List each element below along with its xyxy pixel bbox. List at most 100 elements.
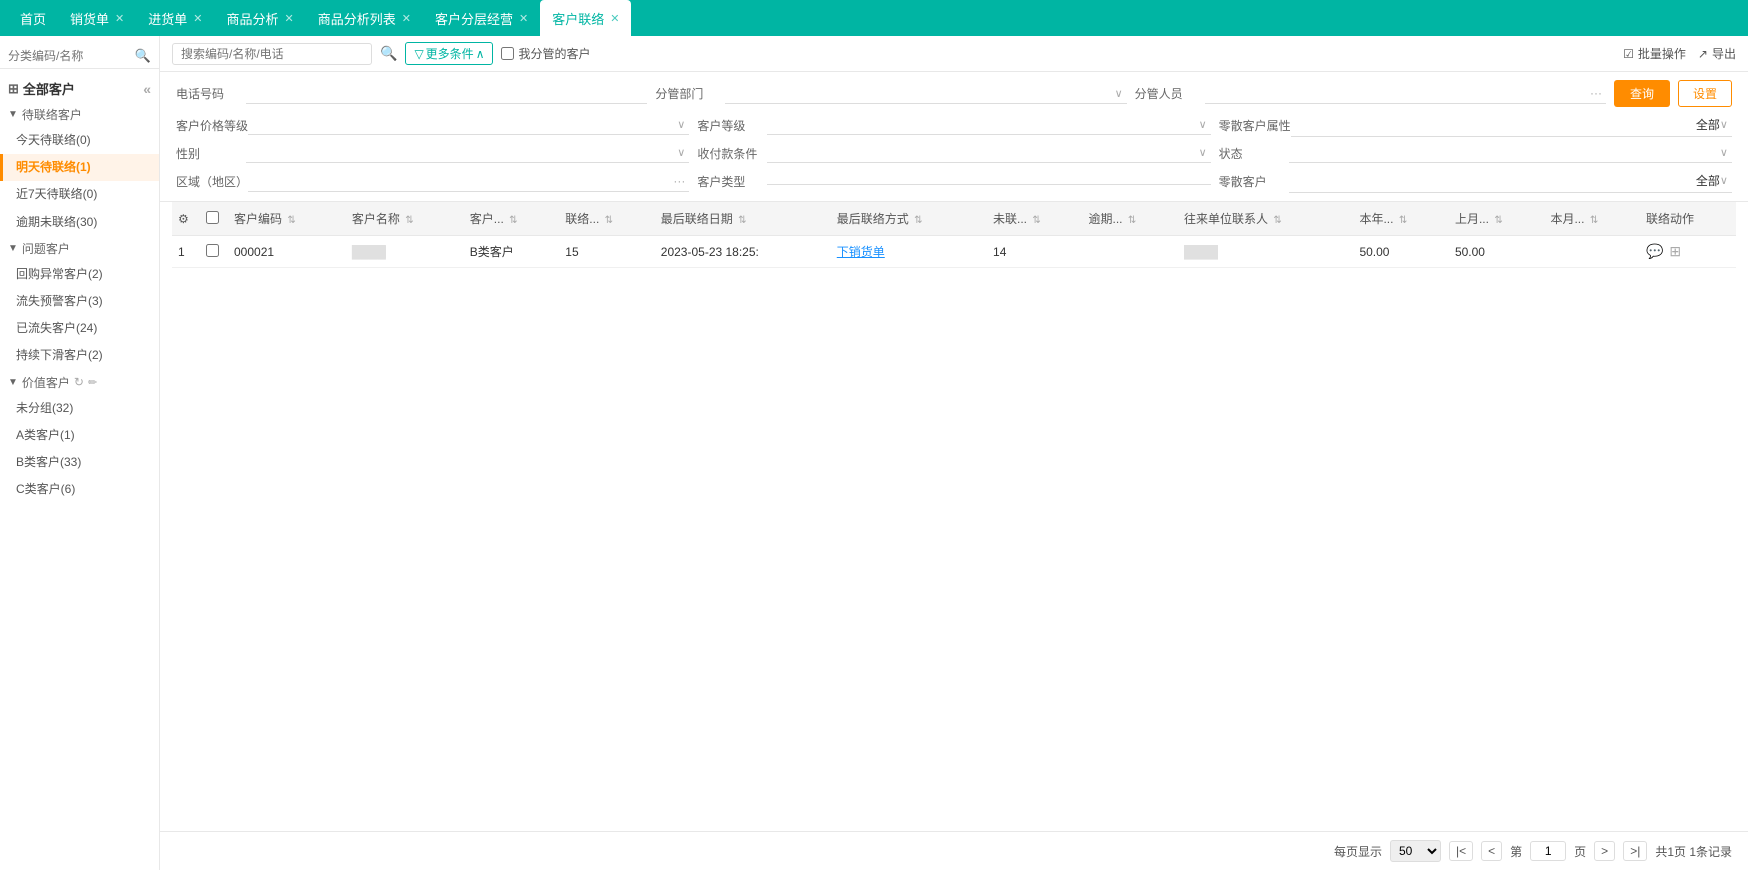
contact-person-masked: ████	[1184, 245, 1218, 259]
phone-input[interactable]	[246, 83, 647, 104]
export-button[interactable]: ↗ 导出	[1698, 45, 1736, 62]
customer-level-select[interactable]: ∨	[767, 115, 1210, 135]
th-overdue[interactable]: 逾期... ⇅	[1083, 202, 1179, 236]
sidebar-item-tomorrow-contact[interactable]: 明天待联络(1)	[0, 154, 159, 181]
more-conditions-button[interactable]: ▽ 更多条件 ∧	[405, 42, 493, 65]
retail-attr-select[interactable]: 全部 ∨	[1291, 113, 1732, 137]
th-last-month[interactable]: 上月... ⇅	[1449, 202, 1545, 236]
nav-close-icon[interactable]: ✕	[402, 12, 411, 25]
prev-page-button[interactable]: <	[1481, 841, 1502, 861]
grid-action-icon[interactable]: ⊞	[1669, 243, 1681, 260]
sidebar-item-overdue-contact[interactable]: 逾期未联络(30)	[0, 209, 159, 236]
comment-icon[interactable]: 💬	[1646, 243, 1663, 260]
sidebar-item-churned[interactable]: 已流失客户(24)	[0, 315, 159, 342]
nav-customer-contact[interactable]: 客户联络 ✕	[540, 0, 631, 36]
th-contact-action[interactable]: 联络动作	[1640, 202, 1736, 236]
last-page-button[interactable]: >|	[1623, 841, 1647, 861]
sort-icon: ⇅	[1128, 215, 1136, 226]
gender-select[interactable]: ∨	[246, 143, 689, 163]
problem-customers-group[interactable]: ▼ 问题客户	[0, 236, 159, 261]
manager-select[interactable]: ···	[1205, 83, 1606, 104]
row-checkbox[interactable]	[206, 244, 219, 257]
settings-button[interactable]: 设置	[1678, 80, 1732, 107]
sidebar-item-declining[interactable]: 持续下滑客户(2)	[0, 342, 159, 369]
th-this-year[interactable]: 本年... ⇅	[1353, 202, 1449, 236]
customer-price-level-label: 客户价格等级	[176, 117, 248, 134]
customer-type-select[interactable]	[767, 178, 1210, 185]
td-contact-person: ████	[1178, 236, 1353, 268]
sidebar-search-input[interactable]	[8, 49, 135, 63]
price-level-select[interactable]: ∨	[248, 115, 689, 135]
nav-product-analysis-list[interactable]: 商品分析列表 ✕	[306, 0, 423, 36]
th-last-contact-date[interactable]: 最后联络日期 ⇅	[655, 202, 831, 236]
nav-close-icon[interactable]: ✕	[115, 12, 124, 25]
all-customers-title[interactable]: ⊞ 全部客户 «	[0, 75, 159, 102]
department-select[interactable]: ∨	[725, 84, 1126, 104]
th-customer-type[interactable]: 客户... ⇅	[464, 202, 560, 236]
nav-purchase-order[interactable]: 进货单 ✕	[136, 0, 214, 36]
first-page-button[interactable]: |<	[1449, 841, 1473, 861]
pending-contact-group[interactable]: ▼ 待联络客户	[0, 102, 159, 127]
select-all-checkbox[interactable]	[206, 211, 219, 224]
next-page-button[interactable]: >	[1594, 841, 1615, 861]
td-this-year: 50.00	[1353, 236, 1449, 268]
sidebar-item-7days-contact[interactable]: 近7天待联络(0)	[0, 181, 159, 208]
page-size-select[interactable]: 50 100 200	[1390, 840, 1441, 862]
collapse-sidebar-icon[interactable]: «	[143, 81, 151, 97]
th-contact-person[interactable]: 往来单位联系人 ⇅	[1178, 202, 1353, 236]
sidebar-item-b-customers[interactable]: B类客户(33)	[0, 449, 159, 476]
chevron-down-icon: ∨	[1720, 118, 1728, 131]
arrow-down-icon: ▼	[8, 109, 18, 120]
td-last-contact-method[interactable]: 下销货单	[831, 236, 987, 268]
th-no-contact[interactable]: 未联... ⇅	[987, 202, 1083, 236]
filter-row-1: 电话号码 分管部门 ∨ 分管人员 ··· 查询 设置	[176, 80, 1732, 107]
query-button[interactable]: 查询	[1614, 80, 1670, 107]
refresh-icon[interactable]: ↻	[74, 375, 84, 389]
chevron-down-icon: ∨	[1199, 146, 1207, 159]
chevron-down-icon: ∨	[1199, 118, 1207, 131]
th-settings[interactable]: ⚙	[172, 202, 200, 236]
nav-close-icon[interactable]: ✕	[193, 12, 202, 25]
region-select[interactable]: ···	[248, 171, 689, 192]
sidebar-search-icon[interactable]: 🔍	[135, 48, 151, 64]
sidebar-item-churn-warning[interactable]: 流失预警客户(3)	[0, 288, 159, 315]
nav-customer-tier[interactable]: 客户分层经营 ✕	[423, 0, 540, 36]
sidebar-item-repurchase-abnormal[interactable]: 回购异常客户(2)	[0, 261, 159, 288]
more-icon[interactable]: ···	[673, 174, 685, 188]
contact-method-link[interactable]: 下销货单	[837, 245, 885, 259]
th-customer-name[interactable]: 客户名称 ⇅	[346, 202, 464, 236]
th-checkbox[interactable]	[200, 202, 228, 236]
more-icon[interactable]: ···	[1590, 86, 1602, 100]
sidebar-item-today-contact[interactable]: 今天待联络(0)	[0, 127, 159, 154]
batch-operation-button[interactable]: ☑ 批量操作	[1623, 45, 1686, 62]
table-row: 1 000021 ████ B类客户 15 2023-05-23 18:25:	[172, 236, 1736, 268]
th-last-contact-method[interactable]: 最后联络方式 ⇅	[831, 202, 987, 236]
nav-close-icon[interactable]: ✕	[285, 12, 294, 25]
status-select[interactable]: ∨	[1289, 143, 1732, 163]
nav-home[interactable]: 首页	[8, 0, 58, 36]
checkbox-icon: ☑	[1623, 47, 1634, 61]
th-customer-code[interactable]: 客户编码 ⇅	[228, 202, 346, 236]
edit-icon[interactable]: ✏	[88, 376, 97, 389]
nav-product-analysis[interactable]: 商品分析 ✕	[214, 0, 305, 36]
sidebar-item-ungrouped[interactable]: 未分组(32)	[0, 395, 159, 422]
chevron-down-icon: ∨	[677, 118, 685, 131]
payment-label: 收付款条件	[697, 145, 767, 162]
td-checkbox[interactable]	[200, 236, 228, 268]
nav-close-icon[interactable]: ✕	[610, 12, 619, 25]
nav-sales-order[interactable]: 销货单 ✕	[58, 0, 136, 36]
value-customers-group[interactable]: ▼ 价值客户 ↻ ✏	[0, 370, 159, 395]
settings-icon[interactable]: ⚙	[178, 212, 189, 226]
my-customers-checkbox[interactable]: 我分管的客户	[501, 45, 590, 62]
top-navigation: 首页 销货单 ✕ 进货单 ✕ 商品分析 ✕ 商品分析列表 ✕ 客户分层经营 ✕ …	[0, 0, 1748, 36]
nav-close-icon[interactable]: ✕	[519, 12, 528, 25]
retail-customer-select[interactable]: 全部 ∨	[1289, 169, 1732, 193]
th-this-month[interactable]: 本月... ⇅	[1544, 202, 1640, 236]
th-contact-count[interactable]: 联络... ⇅	[559, 202, 655, 236]
payment-select[interactable]: ∨	[767, 143, 1210, 163]
search-button[interactable]: 🔍	[380, 45, 397, 62]
search-input[interactable]	[172, 43, 372, 65]
sidebar-item-a-customers[interactable]: A类客户(1)	[0, 422, 159, 449]
page-number-input[interactable]	[1530, 841, 1566, 861]
sidebar-item-c-customers[interactable]: C类客户(6)	[0, 476, 159, 503]
